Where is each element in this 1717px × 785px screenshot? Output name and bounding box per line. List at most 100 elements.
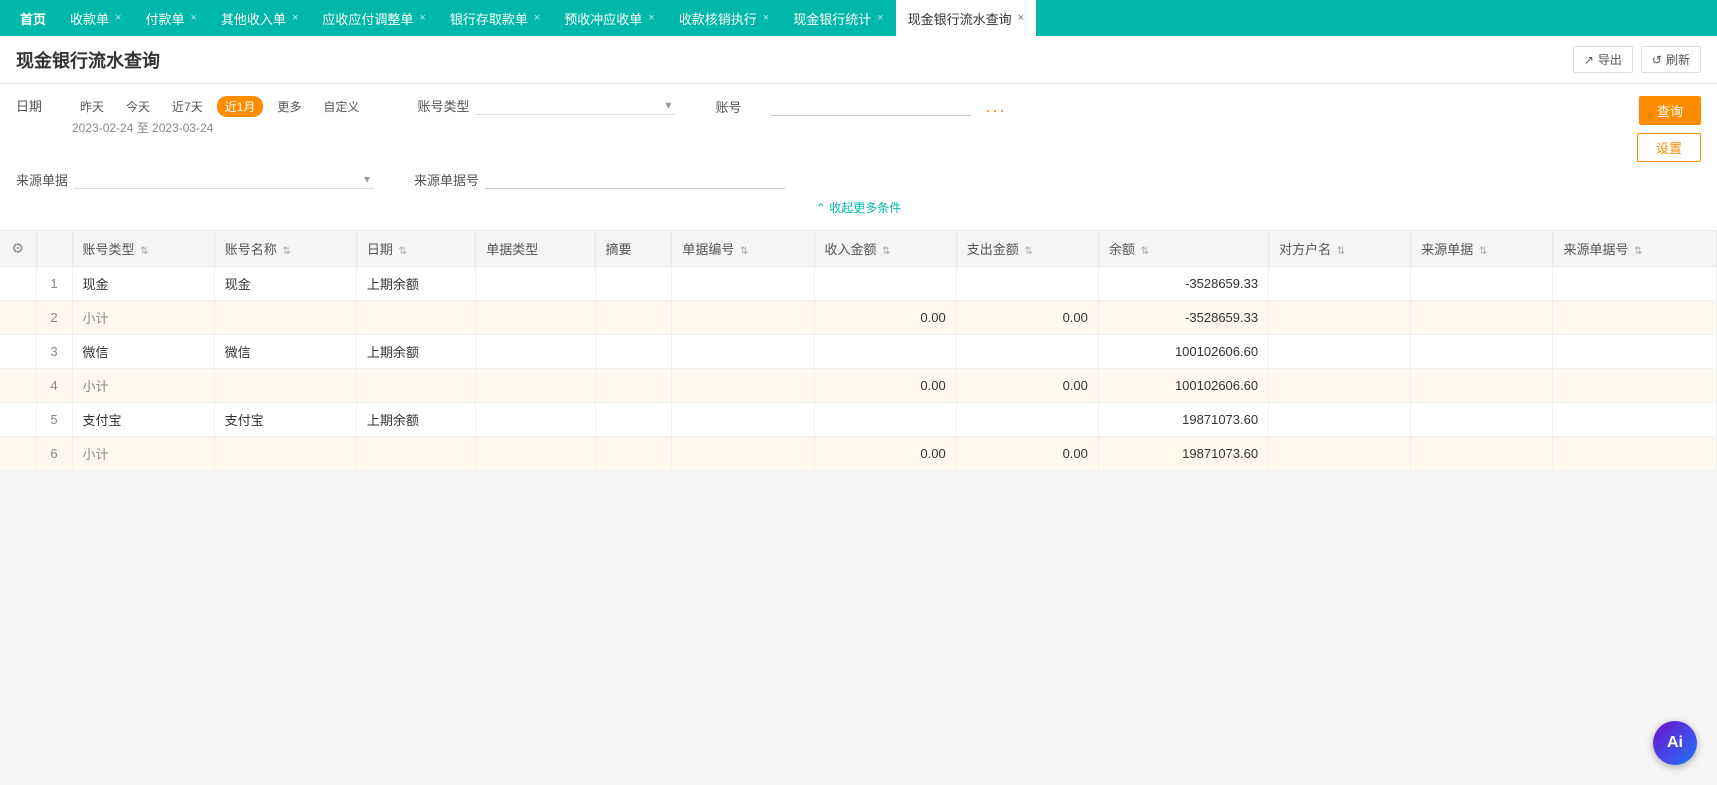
th-income[interactable]: 收入金额 ⇅ <box>814 231 956 267</box>
account-type-select[interactable] <box>475 96 675 115</box>
th-gear[interactable]: ⚙ <box>0 231 36 267</box>
td-index: 4 <box>36 369 72 403</box>
td-summary <box>595 301 672 335</box>
td-account-type: 小计 <box>72 369 214 403</box>
td-balance: 100102606.60 <box>1098 369 1268 403</box>
account-input[interactable] <box>771 97 971 116</box>
td-date: 上期余额 <box>356 403 475 437</box>
table-row[interactable]: 1 现金 现金 上期余额 -3528659.33 <box>0 267 1717 301</box>
th-counterparty[interactable]: 对方户名 ⇅ <box>1269 231 1411 267</box>
td-account-type: 支付宝 <box>72 403 214 437</box>
td-date <box>356 369 475 403</box>
table-header-row: ⚙ 账号类型 ⇅ 账号名称 ⇅ 日期 ⇅ 单据类型 摘要 单据编号 ⇅ 收入金额… <box>0 231 1717 267</box>
date-opt-1month[interactable]: 近1月 <box>217 96 264 117</box>
nav-fu-kuan-dan[interactable]: 付款单 × <box>133 0 208 36</box>
export-button[interactable]: ↗ 导出 <box>1573 46 1633 73</box>
td-date: 上期余额 <box>356 267 475 301</box>
source-doc-num-input[interactable] <box>485 170 785 189</box>
nav-cash-bank-flow[interactable]: 现金银行流水查询 × <box>896 0 1036 36</box>
account-ellipsis-button[interactable]: ... <box>977 96 1014 117</box>
collapse-bar[interactable]: ⌃ 收起更多条件 <box>16 193 1701 218</box>
td-income <box>814 403 956 437</box>
close-fu-kuan-dan[interactable]: × <box>190 12 196 24</box>
source-doc-select-wrapper <box>74 170 374 189</box>
query-button[interactable]: 查询 <box>1639 96 1701 125</box>
td-date <box>356 301 475 335</box>
td-index: 3 <box>36 335 72 369</box>
td-account-name: 微信 <box>214 335 356 369</box>
nav-prepayment[interactable]: 预收冲应收单 × <box>552 0 666 36</box>
top-navigation: 首页 收款单 × 付款单 × 其他收入单 × 应收应付调整单 × 银行存取款单 … <box>0 0 1717 36</box>
account-type-select-wrapper <box>475 96 675 115</box>
th-account-type[interactable]: 账号类型 ⇅ <box>72 231 214 267</box>
date-opt-7days[interactable]: 近7天 <box>164 96 211 117</box>
th-index <box>36 231 72 267</box>
th-doc-type: 单据类型 <box>476 231 595 267</box>
date-opt-yesterday[interactable]: 昨天 <box>72 96 112 117</box>
td-counterparty <box>1269 369 1411 403</box>
td-source-doc-no <box>1553 301 1717 335</box>
nav-home[interactable]: 首页 <box>8 0 58 36</box>
td-account-type: 微信 <box>72 335 214 369</box>
td-doc-no <box>672 437 814 471</box>
source-doc-select[interactable] <box>74 170 374 189</box>
table-row[interactable]: 4 小计 0.00 0.00 100102606.60 <box>0 369 1717 403</box>
close-adjustment[interactable]: × <box>419 12 425 24</box>
table-container: ⚙ 账号类型 ⇅ 账号名称 ⇅ 日期 ⇅ 单据类型 摘要 单据编号 ⇅ 收入金额… <box>0 231 1717 471</box>
table-row[interactable]: 6 小计 0.00 0.00 19871073.60 <box>0 437 1717 471</box>
date-opt-custom[interactable]: 自定义 <box>315 96 367 117</box>
close-collection-exec[interactable]: × <box>763 12 769 24</box>
refresh-icon: ↺ <box>1652 53 1662 67</box>
td-counterparty <box>1269 437 1411 471</box>
collapse-icon: ⌃ <box>816 201 826 215</box>
th-source-doc[interactable]: 来源单据 ⇅ <box>1411 231 1553 267</box>
nav-bank-deposit[interactable]: 银行存取款单 × <box>438 0 552 36</box>
close-other-income[interactable]: × <box>292 12 298 24</box>
sort-income-icon: ⇅ <box>882 246 890 257</box>
td-index: 2 <box>36 301 72 335</box>
td-income <box>814 335 956 369</box>
td-doc-type <box>476 301 595 335</box>
table-row[interactable]: 5 支付宝 支付宝 上期余额 19871073.60 <box>0 403 1717 437</box>
td-gear <box>0 301 36 335</box>
td-expense <box>956 335 1098 369</box>
th-source-doc-no[interactable]: 来源单据号 ⇅ <box>1553 231 1717 267</box>
sort-balance-icon: ⇅ <box>1141 246 1149 257</box>
sort-expense-icon: ⇅ <box>1024 246 1032 257</box>
page-header: 现金银行流水查询 ↗ 导出 ↺ 刷新 <box>0 36 1717 84</box>
th-expense[interactable]: 支出金额 ⇅ <box>956 231 1098 267</box>
close-shou-kuan-dan[interactable]: × <box>115 12 121 24</box>
td-income: 0.00 <box>814 369 956 403</box>
nav-other-income[interactable]: 其他收入单 × <box>209 0 310 36</box>
th-date[interactable]: 日期 ⇅ <box>356 231 475 267</box>
export-icon: ↗ <box>1584 53 1594 67</box>
date-opt-more[interactable]: 更多 <box>269 96 309 117</box>
settings-button[interactable]: 设置 <box>1637 133 1701 162</box>
nav-adjustment[interactable]: 应收应付调整单 × <box>310 0 437 36</box>
td-summary <box>595 335 672 369</box>
ai-badge[interactable]: Ai <box>1653 721 1697 765</box>
td-gear <box>0 369 36 403</box>
td-summary <box>595 437 672 471</box>
table-row[interactable]: 2 小计 0.00 0.00 -3528659.33 <box>0 301 1717 335</box>
td-expense <box>956 403 1098 437</box>
td-account-name <box>214 301 356 335</box>
close-prepayment[interactable]: × <box>648 12 654 24</box>
nav-collection-exec[interactable]: 收款核销执行 × <box>667 0 781 36</box>
table-row[interactable]: 3 微信 微信 上期余额 100102606.60 <box>0 335 1717 369</box>
th-account-name[interactable]: 账号名称 ⇅ <box>214 231 356 267</box>
close-bank-deposit[interactable]: × <box>534 12 540 24</box>
td-gear <box>0 335 36 369</box>
date-opt-today[interactable]: 今天 <box>118 96 158 117</box>
nav-shou-kuan-dan[interactable]: 收款单 × <box>58 0 133 36</box>
refresh-button[interactable]: ↺ 刷新 <box>1641 46 1701 73</box>
th-balance[interactable]: 余额 ⇅ <box>1098 231 1268 267</box>
th-doc-no[interactable]: 单据编号 ⇅ <box>672 231 814 267</box>
td-account-name: 现金 <box>214 267 356 301</box>
close-cash-bank-stats[interactable]: × <box>877 12 883 24</box>
td-counterparty <box>1269 301 1411 335</box>
gear-icon: ⚙ <box>11 240 24 256</box>
nav-cash-bank-stats[interactable]: 现金银行统计 × <box>781 0 895 36</box>
close-cash-bank-flow[interactable]: × <box>1018 12 1024 24</box>
table-body: 1 现金 现金 上期余额 -3528659.33 2 小计 0.00 0.00 … <box>0 267 1717 471</box>
